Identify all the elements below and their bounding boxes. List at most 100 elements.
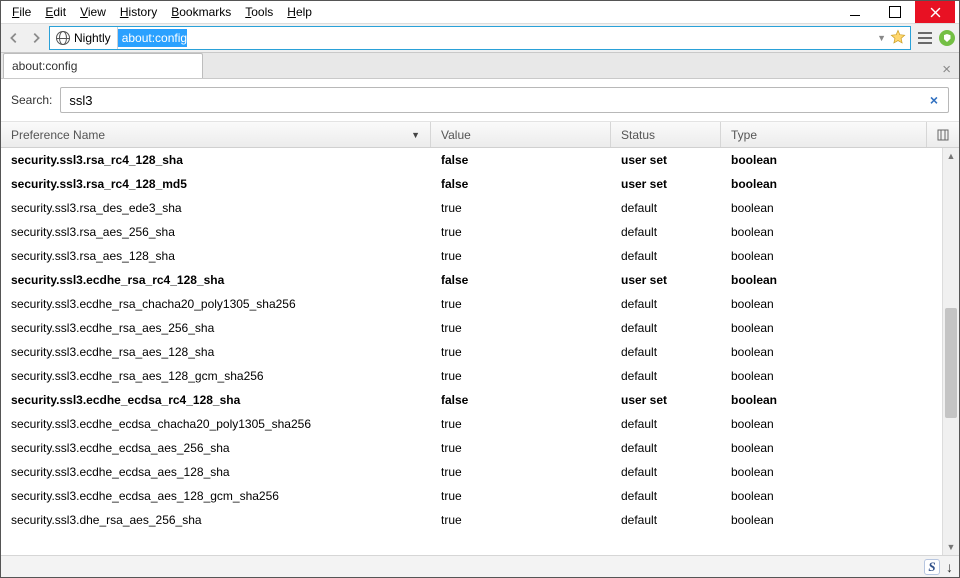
pref-type-cell: boolean — [721, 441, 942, 455]
pref-type-cell: boolean — [721, 321, 942, 335]
preference-row[interactable]: security.ssl3.ecdhe_rsa_rc4_128_shafalse… — [1, 268, 942, 292]
url-text: about:config — [118, 29, 187, 47]
statusbar: S ↓ — [1, 555, 959, 577]
pref-type-cell: boolean — [721, 201, 942, 215]
security-shield-icon[interactable] — [939, 30, 955, 46]
pref-value-cell: true — [431, 345, 611, 359]
menu-edit[interactable]: Edit — [38, 3, 73, 21]
pref-status-cell: default — [611, 201, 721, 215]
column-header-value[interactable]: Value — [431, 122, 611, 147]
pref-value-cell: true — [431, 249, 611, 263]
preference-row[interactable]: security.ssl3.ecdhe_rsa_chacha20_poly130… — [1, 292, 942, 316]
preference-row[interactable]: security.ssl3.ecdhe_rsa_aes_128_gcm_sha2… — [1, 364, 942, 388]
pref-name-cell: security.ssl3.ecdhe_rsa_aes_256_sha — [1, 321, 431, 335]
column-picker-button[interactable] — [927, 122, 959, 147]
preference-row[interactable]: security.ssl3.ecdhe_ecdsa_aes_128_shatru… — [1, 460, 942, 484]
pref-value-cell: true — [431, 489, 611, 503]
urlbar-dropdown-icon[interactable]: ▼ — [877, 33, 886, 43]
menu-tools[interactable]: Tools — [238, 3, 280, 21]
pref-value-cell: true — [431, 369, 611, 383]
pref-type-cell: boolean — [721, 369, 942, 383]
preference-row[interactable]: security.ssl3.rsa_aes_128_shatruedefault… — [1, 244, 942, 268]
window-minimize-button[interactable] — [835, 1, 875, 23]
toolbar: Nightly about:config ▼ — [1, 23, 959, 53]
forward-button[interactable] — [27, 29, 45, 47]
menu-file[interactable]: File — [5, 3, 38, 21]
window-close-button[interactable] — [915, 1, 955, 23]
column-header-row: Preference Name ▼ Value Status Type — [1, 122, 959, 148]
menubar: File Edit View History Bookmarks Tools H… — [1, 1, 959, 23]
pref-name-cell: security.ssl3.ecdhe_ecdsa_rc4_128_sha — [1, 393, 431, 407]
pref-value-cell: true — [431, 321, 611, 335]
preference-row[interactable]: security.ssl3.rsa_aes_256_shatruedefault… — [1, 220, 942, 244]
pref-status-cell: default — [611, 345, 721, 359]
pref-name-cell: security.ssl3.ecdhe_ecdsa_aes_128_gcm_sh… — [1, 489, 431, 503]
close-icon — [930, 7, 941, 18]
identity-label: Nightly — [74, 31, 111, 45]
pref-name-cell: security.ssl3.rsa_aes_256_sha — [1, 225, 431, 239]
window-controls — [835, 1, 955, 23]
pref-status-cell: default — [611, 225, 721, 239]
search-input[interactable] — [69, 93, 927, 108]
preference-row[interactable]: security.ssl3.dhe_rsa_aes_256_shatruedef… — [1, 508, 942, 532]
pref-value-cell: true — [431, 441, 611, 455]
pref-value-cell: false — [431, 393, 611, 407]
bookmark-star-icon[interactable] — [890, 29, 906, 48]
pref-status-cell: default — [611, 417, 721, 431]
scroll-down-arrow-icon[interactable]: ▼ — [943, 539, 959, 555]
window-maximize-button[interactable] — [875, 1, 915, 23]
column-header-status[interactable]: Status — [611, 122, 721, 147]
preference-row[interactable]: security.ssl3.rsa_des_ede3_shatruedefaul… — [1, 196, 942, 220]
pref-type-cell: boolean — [721, 345, 942, 359]
scrollbar-thumb[interactable] — [945, 308, 957, 418]
vertical-scrollbar[interactable]: ▲ ▼ — [942, 148, 959, 555]
pref-name-cell: security.ssl3.rsa_rc4_128_md5 — [1, 177, 431, 191]
identity-box[interactable]: Nightly — [50, 27, 118, 49]
menu-help[interactable]: Help — [280, 3, 319, 21]
status-addon-icon[interactable]: S — [924, 559, 940, 575]
preference-row[interactable]: security.ssl3.ecdhe_rsa_aes_256_shatrued… — [1, 316, 942, 340]
preference-table[interactable]: security.ssl3.rsa_rc4_128_shafalseuser s… — [1, 148, 942, 555]
pref-type-cell: boolean — [721, 225, 942, 239]
preference-row[interactable]: security.ssl3.ecdhe_ecdsa_aes_256_shatru… — [1, 436, 942, 460]
pref-status-cell: default — [611, 369, 721, 383]
search-label: Search: — [11, 93, 52, 107]
menu-history[interactable]: History — [113, 3, 164, 21]
table-wrap: security.ssl3.rsa_rc4_128_shafalseuser s… — [1, 148, 959, 555]
pref-name-cell: security.ssl3.rsa_des_ede3_sha — [1, 201, 431, 215]
preference-row[interactable]: security.ssl3.ecdhe_rsa_aes_128_shatrued… — [1, 340, 942, 364]
pref-value-cell: true — [431, 465, 611, 479]
pref-type-cell: boolean — [721, 417, 942, 431]
pref-value-cell: true — [431, 201, 611, 215]
search-clear-button[interactable]: × — [928, 92, 940, 108]
pref-name-cell: security.ssl3.ecdhe_rsa_chacha20_poly130… — [1, 297, 431, 311]
status-download-icon[interactable]: ↓ — [946, 559, 953, 575]
url-bar[interactable]: Nightly about:config ▼ — [49, 26, 911, 50]
preference-row[interactable]: security.ssl3.rsa_rc4_128_md5falseuser s… — [1, 172, 942, 196]
column-header-name[interactable]: Preference Name ▼ — [1, 122, 431, 147]
pref-type-cell: boolean — [721, 153, 942, 167]
menu-bookmarks[interactable]: Bookmarks — [164, 3, 238, 21]
back-button[interactable] — [5, 29, 23, 47]
tabstrip: about:config × — [1, 53, 959, 79]
pref-value-cell: false — [431, 177, 611, 191]
window: File Edit View History Bookmarks Tools H… — [0, 0, 960, 578]
column-header-type[interactable]: Type — [721, 122, 927, 147]
pref-type-cell: boolean — [721, 393, 942, 407]
preference-row[interactable]: security.ssl3.ecdhe_ecdsa_rc4_128_shafal… — [1, 388, 942, 412]
preference-row[interactable]: security.ssl3.ecdhe_ecdsa_chacha20_poly1… — [1, 412, 942, 436]
scroll-up-arrow-icon[interactable]: ▲ — [943, 148, 959, 164]
pref-value-cell: false — [431, 273, 611, 287]
tab-about-config[interactable]: about:config — [3, 53, 203, 78]
pref-status-cell: default — [611, 297, 721, 311]
pref-type-cell: boolean — [721, 177, 942, 191]
preference-row[interactable]: security.ssl3.rsa_rc4_128_shafalseuser s… — [1, 148, 942, 172]
app-menu-button[interactable] — [915, 28, 935, 48]
tabstrip-close-button[interactable]: × — [934, 61, 959, 78]
menu-view[interactable]: View — [73, 3, 113, 21]
pref-name-cell: security.ssl3.ecdhe_ecdsa_aes_256_sha — [1, 441, 431, 455]
pref-type-cell: boolean — [721, 273, 942, 287]
pref-name-cell: security.ssl3.rsa_rc4_128_sha — [1, 153, 431, 167]
preference-row[interactable]: security.ssl3.ecdhe_ecdsa_aes_128_gcm_sh… — [1, 484, 942, 508]
pref-status-cell: default — [611, 513, 721, 527]
